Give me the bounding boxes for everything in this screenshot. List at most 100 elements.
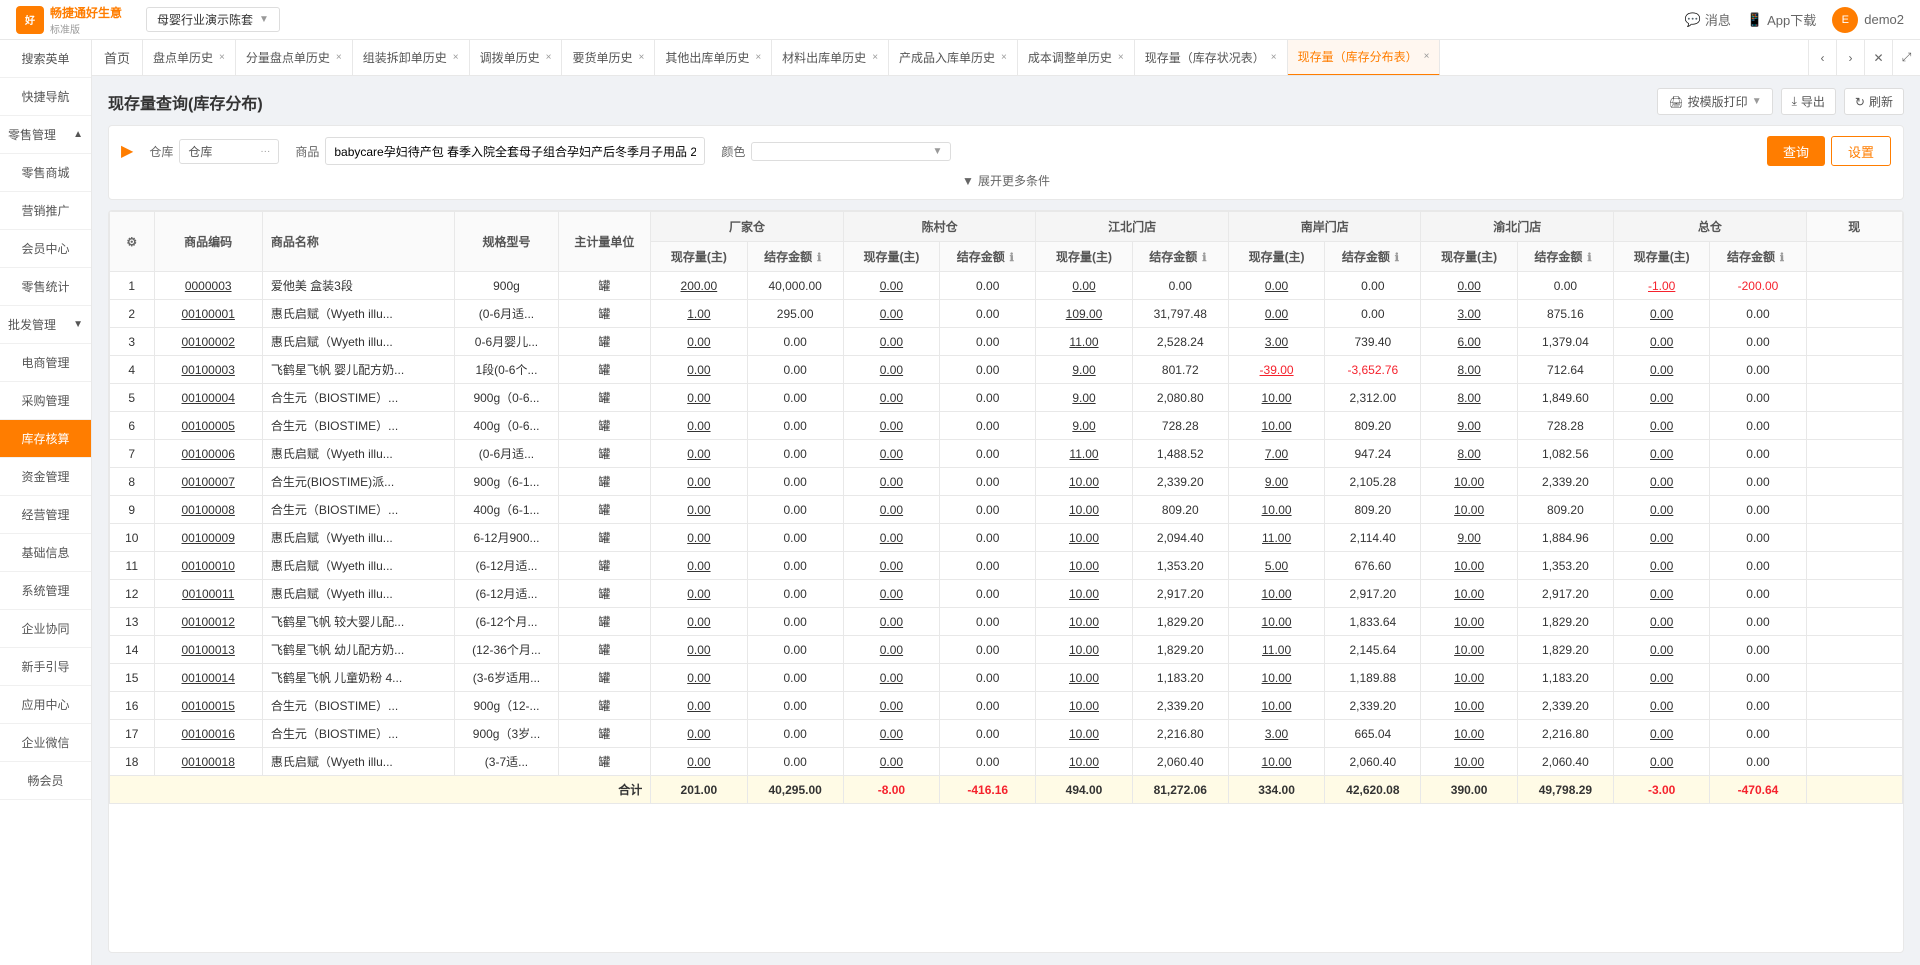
query-btn[interactable]: 查询: [1767, 136, 1825, 166]
sidebar-item-retail-mall[interactable]: 零售商城: [0, 154, 91, 192]
tab-stock-status[interactable]: 现存量（库存状况表） ×: [1135, 40, 1288, 76]
th-factory-qty: 现存量(主): [651, 242, 747, 272]
sidebar-item-member[interactable]: 会员中心: [0, 230, 91, 268]
tab-prev-btn[interactable]: ‹: [1808, 40, 1836, 76]
refresh-btn[interactable]: ↻ 刷新: [1844, 88, 1904, 115]
close-icon[interactable]: ×: [872, 52, 878, 63]
info-icon2[interactable]: ℹ: [1005, 251, 1019, 265]
sidebar-item-wholesale[interactable]: 批发管理 ▼: [0, 306, 91, 344]
cell-code: 00100009: [154, 524, 262, 552]
sidebar-item-guide[interactable]: 新手引导: [0, 648, 91, 686]
goods-input[interactable]: [325, 137, 705, 165]
sidebar-item-operations[interactable]: 经营管理: [0, 496, 91, 534]
tab-other-out[interactable]: 其他出库单历史 ×: [655, 40, 772, 76]
industry-selector[interactable]: 母婴行业演示陈套 ▼: [146, 7, 280, 32]
cell-spec: (0-6月适...: [455, 300, 558, 328]
sidebar-item-ecommerce[interactable]: 电商管理: [0, 344, 91, 382]
tab-close-btn[interactable]: ✕: [1864, 40, 1892, 76]
tab-next-btn[interactable]: ›: [1836, 40, 1864, 76]
sidebar-item-system[interactable]: 系统管理: [0, 572, 91, 610]
close-icon[interactable]: ×: [546, 52, 552, 63]
cell-jiangbei-amt: 2,216.80: [1132, 720, 1228, 748]
close-icon[interactable]: ×: [336, 52, 342, 63]
export-btn[interactable]: ⤓ 导出: [1781, 88, 1836, 115]
warehouse-selector[interactable]: 仓库 ···: [179, 139, 279, 164]
close-icon[interactable]: ×: [755, 52, 761, 63]
cell-yuebei-amt: 1,884.96: [1517, 524, 1613, 552]
tab-home[interactable]: 首页: [92, 40, 143, 76]
gear-icon[interactable]: ⚙: [122, 232, 142, 252]
table-row: 2 00100001 惠氏启赋（Wyeth illu... (0-6月适... …: [110, 300, 1903, 328]
th-chenhe-amt: 结存金额ℹ: [940, 242, 1036, 272]
cell-chenhe-qty: 0.00: [843, 692, 939, 720]
tab-expand-btn[interactable]: ⤢: [1892, 40, 1920, 76]
logo-icon: 好: [16, 6, 44, 34]
cell-factory-amt: 0.00: [747, 608, 843, 636]
close-icon[interactable]: ×: [638, 52, 644, 63]
close-icon[interactable]: ×: [219, 52, 225, 63]
info-icon3[interactable]: ℹ: [1197, 251, 1211, 265]
sidebar-item-retail-stats[interactable]: 零售统计: [0, 268, 91, 306]
cell-total-amt: 0.00: [1710, 440, 1806, 468]
tab-cost-adjust[interactable]: 成本调整单历史 ×: [1018, 40, 1135, 76]
sidebar-item-finance[interactable]: 资金管理: [0, 458, 91, 496]
cell-extra: [1806, 384, 1902, 412]
sidebar-item-purchase[interactable]: 采购管理: [0, 382, 91, 420]
search-bar: ▶ 仓库 仓库 ··· 商品 颜色: [108, 125, 1904, 200]
sidebar-item-wechat[interactable]: 企业微信: [0, 724, 91, 762]
cell-extra: [1806, 524, 1902, 552]
tab-order[interactable]: 要货单历史 ×: [562, 40, 655, 76]
th-chenhe-qty: 现存量(主): [843, 242, 939, 272]
close-icon[interactable]: ×: [453, 52, 459, 63]
tab-material-out[interactable]: 材料出库单历史 ×: [772, 40, 889, 76]
cell-unit: 罐: [558, 412, 651, 440]
cell-jiangbei-amt: 1,829.20: [1132, 608, 1228, 636]
info-icon5[interactable]: ℹ: [1582, 251, 1596, 265]
color-field: 颜色 ▼: [721, 142, 951, 161]
cell-factory-amt: 0.00: [747, 692, 843, 720]
cell-factory-amt: 0.00: [747, 328, 843, 356]
cell-sum-chenhe-qty: -8.00: [843, 776, 939, 804]
cell-factory-qty: 0.00: [651, 720, 747, 748]
info-icon[interactable]: ℹ: [812, 251, 826, 265]
sidebar-item-inventory[interactable]: 库存核算: [0, 420, 91, 458]
sidebar-item-retail-mgmt[interactable]: 零售管理 ▲: [0, 116, 91, 154]
info-icon4[interactable]: ℹ: [1390, 251, 1404, 265]
app-download-btn[interactable]: 📱 App下载: [1747, 10, 1816, 29]
th-jiangbei: 江北门店: [1036, 212, 1229, 242]
cell-sum-total-amt: -470.64: [1710, 776, 1806, 804]
cell-nanan-amt: 2,339.20: [1325, 692, 1421, 720]
sidebar-item-marketing[interactable]: 营销推广: [0, 192, 91, 230]
tab-finished-in[interactable]: 产成品入库单历史 ×: [889, 40, 1018, 76]
message-btn[interactable]: 💬 消息: [1685, 10, 1731, 29]
sidebar-item-enterprise[interactable]: 企业协同: [0, 610, 91, 648]
print-btn[interactable]: 🖨 按模版打印 ▼: [1657, 88, 1772, 115]
sidebar-item-member2[interactable]: 畅会员: [0, 762, 91, 800]
tab-portion-count[interactable]: 分量盘点单历史 ×: [236, 40, 353, 76]
tab-inventory-count[interactable]: 盘点单历史 ×: [143, 40, 236, 76]
cell-total-qty: 0.00: [1614, 664, 1710, 692]
close-icon[interactable]: ×: [1271, 52, 1277, 63]
close-icon[interactable]: ×: [1001, 52, 1007, 63]
sidebar-item-nav[interactable]: 快捷导航: [0, 78, 91, 116]
tab-transfer[interactable]: 调拨单历史 ×: [470, 40, 563, 76]
close-icon[interactable]: ×: [1424, 51, 1430, 62]
sidebar-item-base-info[interactable]: 基础信息: [0, 534, 91, 572]
setting-btn[interactable]: 设置: [1831, 136, 1891, 166]
cell-name: 合生元（BIOSTIME）...: [262, 412, 455, 440]
cell-nanan-qty: 3.00: [1228, 720, 1324, 748]
top-bar-right: 💬 消息 📱 App下载 E demo2: [1685, 7, 1904, 33]
tab-stock-distribution[interactable]: 现存量（库存分布表） ×: [1288, 40, 1441, 76]
color-selector[interactable]: ▼: [751, 142, 951, 161]
sidebar-item-app-center[interactable]: 应用中心: [0, 686, 91, 724]
tab-assembly[interactable]: 组装拆卸单历史 ×: [353, 40, 470, 76]
expand-orange-arrow-icon[interactable]: ▶: [121, 141, 133, 161]
close-icon[interactable]: ×: [1118, 52, 1124, 63]
cell-yuebei-qty: 9.00: [1421, 412, 1517, 440]
info-icon6[interactable]: ℹ: [1775, 251, 1789, 265]
expand-conditions-btn[interactable]: ▼ 展开更多条件: [962, 172, 1050, 189]
sidebar-item-search[interactable]: 搜索英单: [0, 40, 91, 78]
th-extra: [1806, 242, 1902, 272]
cell-jiangbei-amt: 1,488.52: [1132, 440, 1228, 468]
user-area[interactable]: E demo2: [1832, 7, 1904, 33]
